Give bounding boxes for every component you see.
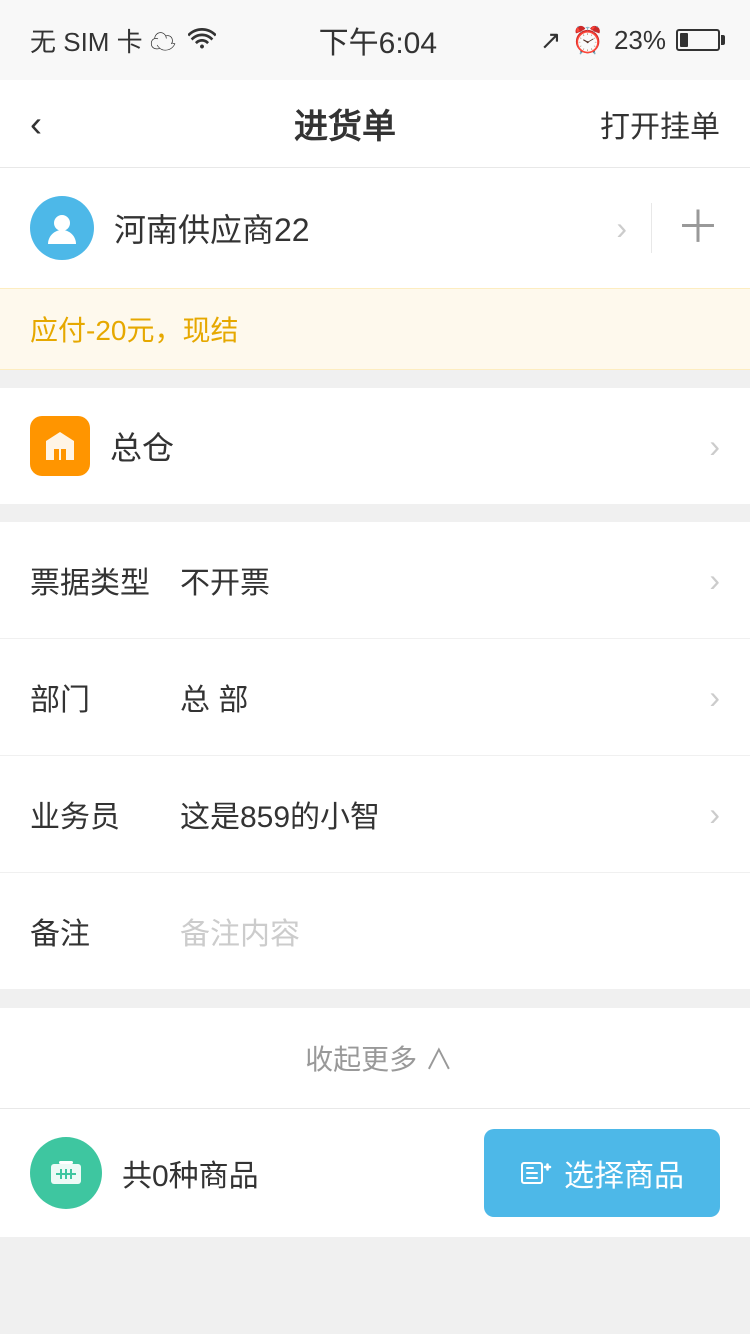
person-icon: [44, 210, 80, 246]
notice-banner: 应付-20元，现结: [0, 288, 750, 370]
nav-bar: ‹ 进货单 打开挂单: [0, 80, 750, 168]
select-product-button[interactable]: 选择商品: [484, 1129, 720, 1217]
select-product-icon: [520, 1157, 552, 1189]
cart-icon: [47, 1154, 85, 1192]
sim-label: 无 SIM 卡 ☁: [30, 22, 176, 59]
collapse-label: 收起更多 ∧: [305, 1038, 453, 1078]
page-title: 进货单: [294, 99, 396, 148]
status-bar: 无 SIM 卡 ☁ 下午6:04 ↗ ⏰ 23%: [0, 0, 750, 80]
salesperson-row[interactable]: 业务员 这是859的小智 ›: [0, 756, 750, 873]
supplier-avatar: [30, 196, 94, 260]
invoice-type-chevron: ›: [709, 562, 720, 599]
supplier-row[interactable]: 河南供应商22 › ＋: [0, 168, 750, 288]
status-time: 下午6:04: [319, 18, 437, 62]
notice-text: 应付-20元，现结: [30, 315, 238, 346]
divider: [651, 203, 652, 253]
battery-percent: 23%: [614, 25, 666, 56]
battery-icon: [676, 29, 720, 51]
warehouse-row[interactable]: 总仓 ›: [0, 388, 750, 504]
invoice-type-label: 票据类型: [30, 558, 170, 602]
salesperson-chevron: ›: [709, 796, 720, 833]
department-value: 总 部: [170, 675, 709, 719]
salesperson-value: 这是859的小智: [170, 792, 709, 836]
remark-value: 备注内容: [170, 909, 720, 953]
wifi-icon: [188, 25, 216, 56]
status-right: ↗ ⏰ 23%: [540, 25, 720, 56]
remark-label: 备注: [30, 909, 170, 953]
product-count: 共0种商品: [122, 1151, 484, 1195]
department-row[interactable]: 部门 总 部 ›: [0, 639, 750, 756]
cart-icon-wrap: [30, 1137, 102, 1209]
open-pending-button[interactable]: 打开挂单: [600, 102, 720, 146]
collapse-row[interactable]: 收起更多 ∧: [0, 1007, 750, 1108]
add-supplier-button[interactable]: ＋: [676, 206, 720, 250]
back-button[interactable]: ‹: [30, 103, 90, 145]
content: 河南供应商22 › ＋ 应付-20元，现结 总仓 › 票据类型: [0, 168, 750, 1237]
invoice-type-value: 不开票: [170, 558, 709, 602]
warehouse-icon-wrap: [30, 416, 90, 476]
location-icon: ↗: [540, 25, 562, 56]
warehouse-name: 总仓: [110, 423, 709, 469]
select-product-label: 选择商品: [564, 1151, 684, 1195]
warehouse-chevron-icon: ›: [709, 428, 720, 465]
supplier-section: 河南供应商22 › ＋ 应付-20元，现结: [0, 168, 750, 370]
remark-row[interactable]: 备注 备注内容: [0, 873, 750, 989]
supplier-left: 河南供应商22: [30, 196, 616, 260]
warehouse-icon: [43, 429, 77, 463]
salesperson-label: 业务员: [30, 792, 170, 836]
supplier-name: 河南供应商22: [114, 205, 616, 251]
department-label: 部门: [30, 675, 170, 719]
bottom-bar: 共0种商品 选择商品: [0, 1108, 750, 1237]
warehouse-section: 总仓 ›: [0, 388, 750, 504]
status-left: 无 SIM 卡 ☁: [30, 22, 216, 59]
supplier-chevron-icon: ›: [616, 210, 627, 247]
invoice-type-row[interactable]: 票据类型 不开票 ›: [0, 522, 750, 639]
alarm-icon: ⏰: [572, 25, 604, 56]
department-chevron: ›: [709, 679, 720, 716]
form-section: 票据类型 不开票 › 部门 总 部 › 业务员 这是859的小智 › 备注 备注…: [0, 522, 750, 989]
